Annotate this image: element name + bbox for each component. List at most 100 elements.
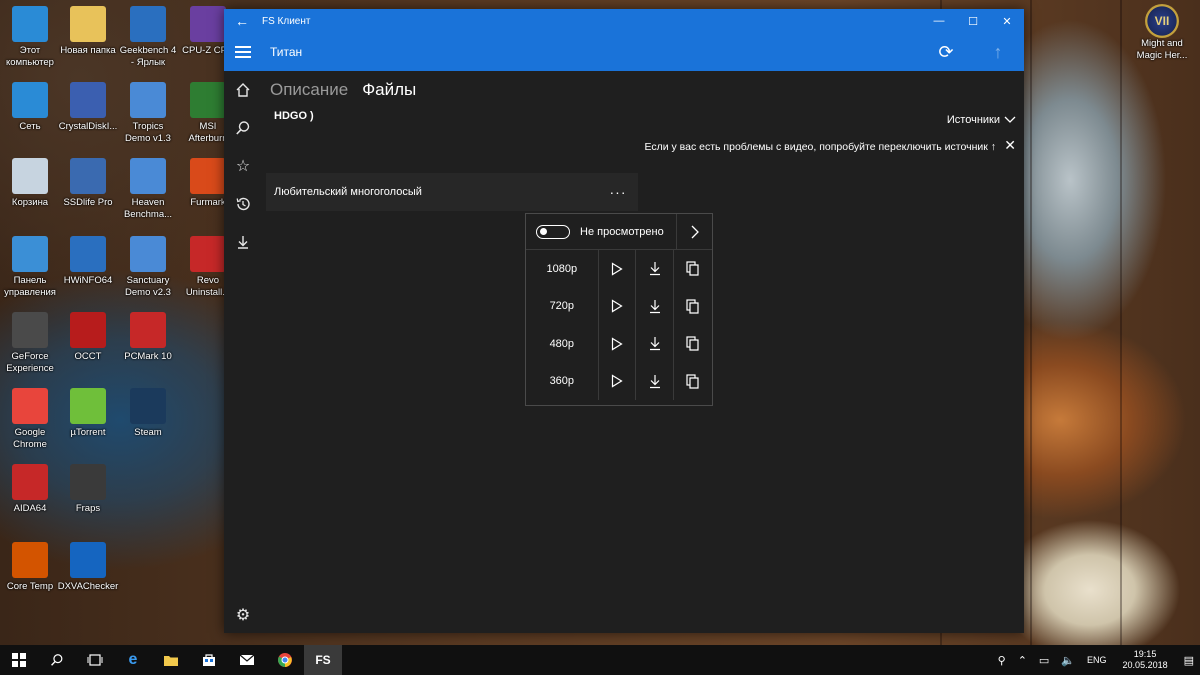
desktop-icon[interactable]: Этот компьютер [0, 6, 60, 69]
desktop-icon-label: Новая папка [60, 45, 116, 56]
desktop-icon[interactable]: Google Chrome [0, 388, 60, 451]
settings-gear-icon[interactable]: ⚙ [224, 605, 262, 625]
network-icon [12, 82, 48, 118]
pcmark-icon [130, 312, 166, 348]
start-windows-icon[interactable] [0, 645, 38, 675]
desktop-icon-label: MSI Afterburn [188, 121, 228, 144]
task-view-icon[interactable] [76, 645, 114, 675]
play-icon[interactable] [599, 250, 637, 288]
desktop-icon[interactable]: Корзина [0, 158, 60, 209]
desktop-icon[interactable]: AIDA64 [0, 464, 60, 515]
revo-icon [190, 236, 226, 272]
star-icon[interactable]: ☆ [224, 151, 262, 181]
app-bar: Титан ⟳ ↑ [224, 33, 1024, 71]
close-notice-icon[interactable]: ✕ [1004, 137, 1016, 154]
desktop-icon[interactable]: HWiNFO64 [58, 236, 118, 287]
desktop-icon[interactable]: Sanctuary Demo v2.3 [118, 236, 178, 299]
desktop-icon[interactable]: GeForce Experience [0, 312, 60, 375]
cpuz-icon [190, 6, 226, 42]
close-button[interactable]: ✕ [990, 15, 1024, 28]
download-icon[interactable] [636, 250, 675, 288]
coretemp-icon [12, 542, 48, 578]
download-icon[interactable] [636, 287, 675, 325]
fs-client-taskbar-button[interactable]: FS [304, 645, 342, 675]
app-title: Титан [270, 45, 303, 59]
chevron-up-icon[interactable]: ⌃ [1012, 654, 1033, 667]
desktop-icon[interactable]: Geekbench 4- Ярлык [118, 6, 178, 69]
desktop-icon[interactable]: Панель управления [0, 236, 60, 299]
language-indicator[interactable]: ENG [1081, 655, 1113, 665]
back-arrow-icon[interactable]: ← [224, 13, 260, 29]
up-arrow-icon[interactable]: ↑ [972, 42, 1024, 63]
desktop-icon-label: Heaven Benchma... [123, 197, 173, 220]
desktop-icon[interactable]: Core Temp [0, 542, 60, 593]
desktop-icon[interactable]: Новая папка [58, 6, 118, 57]
copy-link-icon[interactable] [674, 288, 712, 326]
download-icon[interactable] [224, 227, 262, 257]
hamburger-menu-icon[interactable] [224, 46, 262, 58]
watched-toggle[interactable] [536, 224, 570, 239]
download-icon[interactable] [636, 325, 675, 363]
desktop-icon-label: Этот компьютер [6, 45, 54, 68]
ssdlife-icon [70, 158, 106, 194]
network-icon[interactable]: ▭ [1033, 654, 1055, 667]
desktop-icon[interactable]: SSDlife Pro [58, 158, 118, 209]
minimize-button[interactable]: — [922, 15, 956, 27]
voice-over-row[interactable]: Любительский многоголосый ··· [266, 173, 638, 211]
system-tray: ⚲ ⌃ ▭ 🔈 ENG 19:15 20.05.2018 ▤ [992, 645, 1200, 675]
utorrent-icon [70, 388, 106, 424]
copy-link-icon[interactable] [674, 325, 712, 363]
quality-label: 480p [526, 325, 599, 363]
title-bar: ← FS Клиент — ☐ ✕ [224, 9, 1024, 33]
furmark-icon [190, 158, 226, 194]
msi-icon [190, 82, 226, 118]
desktop-icon[interactable]: PCMark 10 [118, 312, 178, 363]
play-icon[interactable] [599, 362, 637, 400]
copy-link-icon[interactable] [674, 363, 712, 401]
refresh-icon[interactable]: ⟳ [920, 42, 972, 63]
desktop-icon[interactable]: DXVAChecker [58, 542, 118, 593]
people-icon[interactable]: ⚲ [992, 654, 1012, 667]
desktop-icon[interactable]: Heaven Benchma... [118, 158, 178, 221]
sources-dropdown[interactable]: Источники [947, 114, 1016, 126]
desktop-icon[interactable]: OCCT [58, 312, 118, 363]
store-icon[interactable] [190, 645, 228, 675]
edge-icon[interactable]: e [114, 645, 152, 675]
desktop-icon-label: PCMark 10 [124, 351, 172, 362]
file-explorer-icon[interactable] [152, 645, 190, 675]
tab-files[interactable]: Файлы [362, 80, 416, 100]
main-content: Описание Файлы HDGO ) Источники Если у в… [262, 71, 1024, 633]
clock[interactable]: 19:15 20.05.2018 [1113, 649, 1178, 671]
copy-link-icon[interactable] [674, 250, 712, 288]
desktop-icon[interactable]: µTorrent [58, 388, 118, 439]
tropics-icon [130, 82, 166, 118]
desktop-icon[interactable]: Сеть [0, 82, 60, 133]
geekbench-icon [130, 6, 166, 42]
notifications-icon[interactable]: ▤ [1178, 654, 1200, 667]
chrome-icon [12, 388, 48, 424]
home-icon[interactable] [224, 75, 262, 105]
play-icon[interactable] [599, 325, 637, 363]
play-icon[interactable] [599, 287, 637, 325]
history-icon[interactable] [224, 189, 262, 219]
desktop-icon[interactable]: Tropics Demo v1.3 [118, 82, 178, 145]
desktop-icon-label: Geekbench 4- Ярлык [119, 45, 177, 68]
desktop-icon-might-and-magic[interactable]: VII Might and Magic Her... [1132, 4, 1192, 62]
mail-icon[interactable] [228, 645, 266, 675]
tab-description[interactable]: Описание [270, 80, 348, 100]
desktop-icon[interactable]: Steam [118, 388, 178, 439]
desktop-icon[interactable]: Fraps [58, 464, 118, 515]
more-options-icon[interactable]: ··· [598, 184, 638, 200]
chrome-icon[interactable] [266, 645, 304, 675]
source-name[interactable]: HDGO ) [274, 110, 314, 122]
search-icon[interactable] [224, 113, 262, 143]
maximize-button[interactable]: ☐ [956, 15, 990, 28]
volume-icon[interactable]: 🔈 [1055, 654, 1081, 667]
chevron-right-icon[interactable] [676, 213, 712, 250]
desktop-icon[interactable]: CrystalDiskI... [58, 82, 118, 133]
quality-label: 360p [526, 362, 599, 400]
desktop-icon-label: µTorrent [70, 427, 106, 438]
download-icon[interactable] [636, 362, 675, 400]
watched-toggle-row: Не просмотрено [526, 213, 712, 250]
search-icon[interactable] [38, 645, 76, 675]
